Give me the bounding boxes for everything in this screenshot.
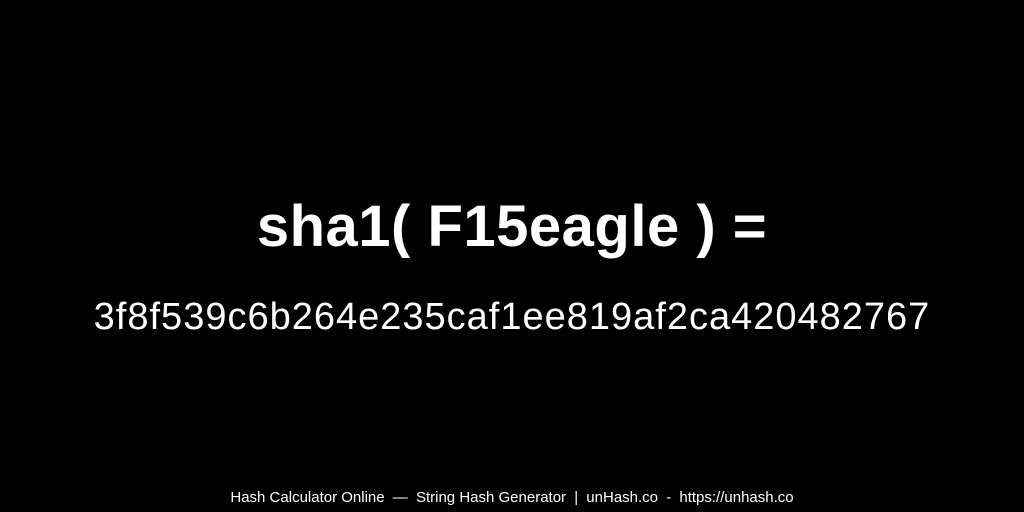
footer-title: Hash Calculator Online — [230, 489, 384, 506]
hash-formula: sha1( F15eagle ) = — [257, 193, 767, 260]
hash-result: 3f8f539c6b264e235caf1ee819af2ca420482767 — [94, 296, 931, 339]
hash-display: sha1( F15eagle ) = 3f8f539c6b264e235caf1… — [0, 20, 1024, 512]
footer: Hash Calculator Online — String Hash Gen… — [0, 489, 1024, 506]
footer-separator: - — [666, 489, 671, 506]
footer-separator: | — [574, 489, 578, 506]
footer-separator: — — [393, 489, 408, 506]
footer-brand: unHash.co — [586, 489, 658, 506]
footer-url: https://unhash.co — [679, 489, 793, 506]
footer-subtitle: String Hash Generator — [416, 489, 566, 506]
